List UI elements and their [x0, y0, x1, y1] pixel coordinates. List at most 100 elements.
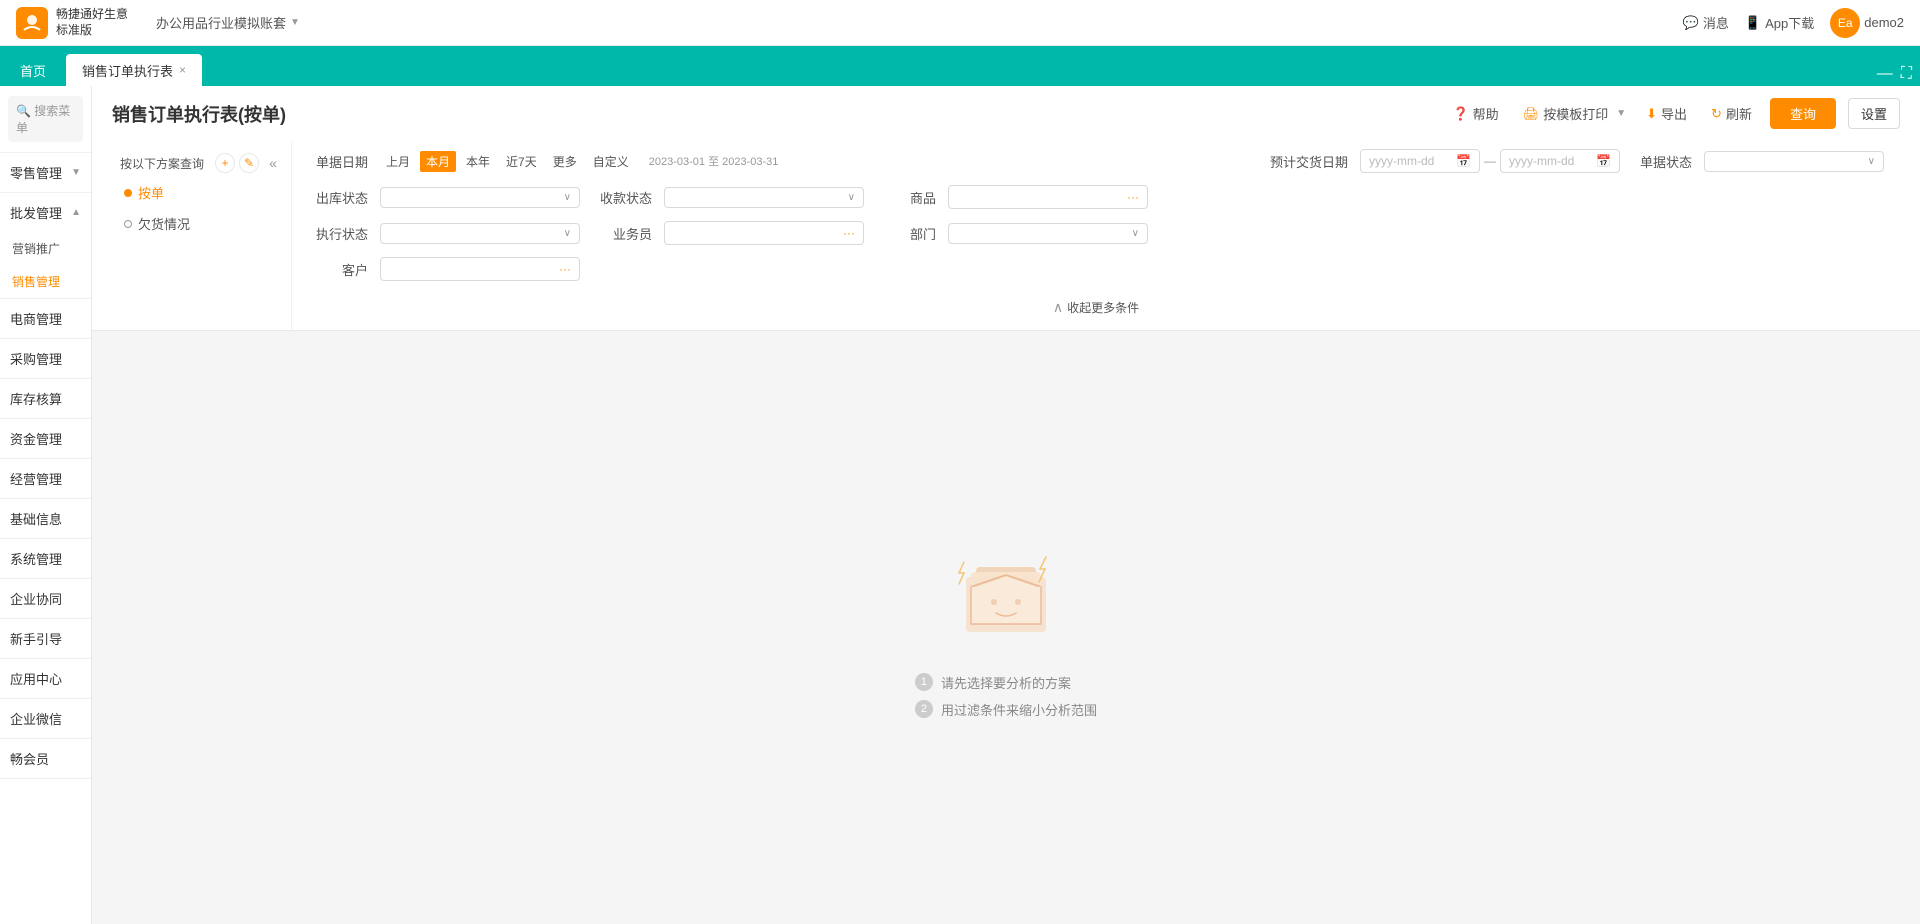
- sidebar-section-guide-header[interactable]: 新手引导: [0, 619, 91, 658]
- print-dropdown-arrow-icon[interactable]: ▼: [1614, 104, 1628, 123]
- expected-delivery-start-input[interactable]: yyyy-mm-dd 📅: [1360, 149, 1480, 173]
- filter-row-delivery: 出库状态 ∨ 收款状态 ∨ 商品 ···: [308, 185, 1884, 209]
- filter-nav-item-order[interactable]: 按单: [112, 177, 291, 208]
- tab-close-icon[interactable]: ×: [179, 64, 186, 76]
- date-filter-label: 单据日期: [308, 152, 368, 171]
- status-select-arrow-icon: ∨: [1868, 156, 1875, 167]
- wholesale-section-arrow-icon: ▲: [71, 207, 81, 218]
- product-select[interactable]: ···: [948, 185, 1148, 209]
- expected-delivery-end-input[interactable]: yyyy-mm-dd 📅: [1500, 149, 1620, 173]
- settings-button[interactable]: 设置: [1848, 98, 1900, 129]
- date-tab-custom[interactable]: 自定义: [587, 151, 635, 172]
- tab-bar: 首页 销售订单执行表 × — ⛶: [0, 46, 1920, 86]
- calendar-start-icon: 📅: [1456, 154, 1471, 168]
- dept-select-arrow-icon: ∨: [1132, 228, 1139, 239]
- tab-sales-order[interactable]: 销售订单执行表 ×: [66, 54, 202, 86]
- sidebar-section-member: 畅会员: [0, 739, 91, 779]
- sidebar-section-member-header[interactable]: 畅会员: [0, 739, 91, 778]
- status-select[interactable]: ∨: [1704, 151, 1884, 172]
- sidebar-section-wholesale-header[interactable]: 批发管理 ▲: [0, 193, 91, 232]
- sidebar-section-basic-header[interactable]: 基础信息: [0, 499, 91, 538]
- payment-status-label: 收款状态: [592, 188, 652, 207]
- filter-row-customer: 客户 ···: [308, 257, 1884, 281]
- print-btn-group: 🖨 按模板打印 ▼: [1517, 100, 1628, 127]
- app-download-button[interactable]: 📱 App下载: [1745, 13, 1814, 32]
- sidebar-section-system: 系统管理: [0, 539, 91, 579]
- product-filter-label: 商品: [876, 188, 936, 207]
- sidebar-section-wholesale: 批发管理 ▲ 营销推广 销售管理: [0, 193, 91, 299]
- user-menu[interactable]: Ea demo2: [1830, 8, 1904, 38]
- tab-home[interactable]: 首页: [4, 54, 62, 86]
- date-range-separator: —: [1484, 154, 1496, 168]
- delivery-select-arrow-icon: ∨: [564, 192, 571, 203]
- date-tab-this-month[interactable]: 本月: [420, 151, 456, 172]
- payment-status-select[interactable]: ∨: [664, 187, 864, 208]
- payment-select-arrow-icon: ∨: [848, 192, 855, 203]
- page-content: 销售订单执行表(按单) ❓ 帮助 🖨 按模板打印 ▼ ⬇: [92, 86, 1920, 924]
- header-right: 💬 消息 📱 App下载 Ea demo2: [1683, 8, 1904, 38]
- sidebar-search-button[interactable]: 🔍 搜索菜单: [8, 96, 83, 142]
- tip-num-2: 2: [915, 700, 933, 718]
- sidebar-section-collab-header[interactable]: 企业协同: [0, 579, 91, 618]
- nav-suite-selector[interactable]: 办公用品行业模拟账套 ▼: [148, 9, 308, 36]
- filter-collapse-button[interactable]: «: [263, 153, 283, 173]
- sidebar-section-inventory-header[interactable]: 库存核算: [0, 379, 91, 418]
- sidebar-section-wechat-header[interactable]: 企业微信: [0, 699, 91, 738]
- sidebar-section-retail-header[interactable]: 零售管理 ▼: [0, 153, 91, 192]
- export-icon: ⬇: [1646, 106, 1657, 122]
- collapse-conditions-button[interactable]: ∧ 收起更多条件: [308, 293, 1884, 322]
- date-tab-last-7-days[interactable]: 近7天: [500, 151, 543, 172]
- delivery-status-select[interactable]: ∨: [380, 187, 580, 208]
- filter-row-date: 单据日期 上月 本月 本年 近7天 更多 自定义 2023-03-01 至 20…: [308, 149, 1884, 173]
- refresh-icon: ↻: [1711, 106, 1722, 122]
- sidebar-section-ecommerce: 电商管理: [0, 299, 91, 339]
- help-button[interactable]: ❓ 帮助: [1446, 100, 1504, 127]
- date-tab-this-year[interactable]: 本年: [460, 151, 496, 172]
- avatar: Ea: [1830, 8, 1860, 38]
- salesperson-filter-label: 业务员: [592, 224, 652, 243]
- empty-state-illustration: [946, 537, 1066, 657]
- empty-tips: 1 请先选择要分析的方案 2 用过滤条件来缩小分析范围: [915, 673, 1097, 719]
- sidebar-item-sales[interactable]: 销售管理: [0, 265, 91, 298]
- dept-filter-label: 部门: [876, 224, 936, 243]
- sidebar-section-apps-header[interactable]: 应用中心: [0, 659, 91, 698]
- print-button[interactable]: 🖨 按模板打印: [1517, 100, 1615, 127]
- salesperson-select[interactable]: ···: [664, 221, 864, 245]
- filter-sidebar-header: 按以下方案查询 + ✎ «: [112, 149, 291, 177]
- sidebar-section-collab: 企业协同: [0, 579, 91, 619]
- exec-select-arrow-icon: ∨: [564, 228, 571, 239]
- customer-select[interactable]: ···: [380, 257, 580, 281]
- sidebar-section-system-header[interactable]: 系统管理: [0, 539, 91, 578]
- filter-nav-item-stock[interactable]: 欠货情况: [112, 208, 291, 239]
- export-button[interactable]: ⬇ 导出: [1640, 100, 1693, 127]
- sidebar-section-finance-header[interactable]: 资金管理: [0, 419, 91, 458]
- exec-status-select[interactable]: ∨: [380, 223, 580, 244]
- tab-maximize-button[interactable]: ⛶: [1901, 66, 1912, 82]
- sidebar-section-operations-header[interactable]: 经营管理: [0, 459, 91, 498]
- tip-num-1: 1: [915, 673, 933, 691]
- filter-row-exec: 执行状态 ∨ 业务员 ··· 部门 ∨: [308, 221, 1884, 245]
- filter-area: 按以下方案查询 + ✎ « 按单 欠货情况: [112, 141, 1900, 330]
- expected-delivery-label: 预计交货日期: [1270, 152, 1348, 171]
- dept-select[interactable]: ∨: [948, 223, 1148, 244]
- sidebar-section-ecommerce-header[interactable]: 电商管理: [0, 299, 91, 338]
- sidebar-section-finance: 资金管理: [0, 419, 91, 459]
- search-button[interactable]: 查询: [1770, 98, 1836, 129]
- message-button[interactable]: 💬 消息: [1683, 13, 1729, 32]
- date-tab-last-month[interactable]: 上月: [380, 151, 416, 172]
- tab-controls: — ⛶: [1877, 66, 1920, 86]
- sidebar-section-retail: 零售管理 ▼: [0, 153, 91, 193]
- date-tab-more[interactable]: 更多: [547, 151, 583, 172]
- retail-section-arrow-icon: ▼: [71, 167, 81, 178]
- refresh-button[interactable]: ↻ 刷新: [1705, 100, 1758, 127]
- sidebar-item-marketing[interactable]: 营销推广: [0, 232, 91, 265]
- filter-add-button[interactable]: +: [215, 153, 235, 173]
- data-area: 1 请先选择要分析的方案 2 用过滤条件来缩小分析范围: [92, 331, 1920, 924]
- sidebar-section-guide: 新手引导: [0, 619, 91, 659]
- help-icon: ❓: [1452, 106, 1468, 122]
- exec-status-label: 执行状态: [308, 224, 368, 243]
- filter-edit-button[interactable]: ✎: [239, 153, 259, 173]
- sidebar-section-inventory: 库存核算: [0, 379, 91, 419]
- sidebar-section-purchase-header[interactable]: 采购管理: [0, 339, 91, 378]
- tab-minimize-button[interactable]: —: [1877, 66, 1893, 82]
